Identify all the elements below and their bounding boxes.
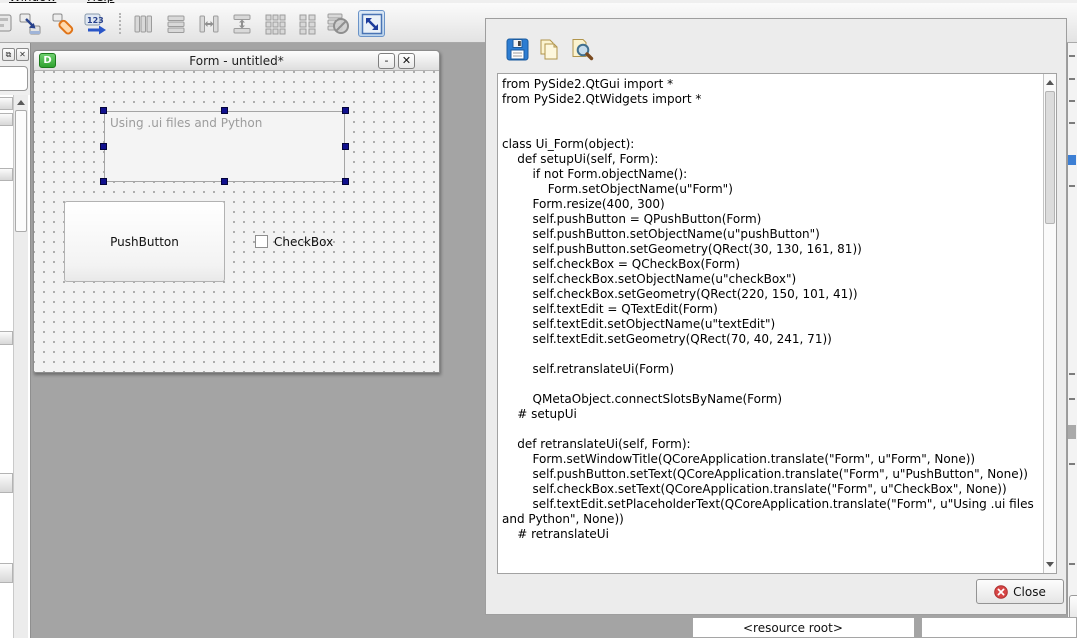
close-red-icon (994, 585, 1008, 599)
selection-handle-top-left[interactable] (100, 107, 107, 114)
scroll-up-icon[interactable] (17, 100, 25, 105)
scroll-edge (1068, 425, 1076, 439)
form-titlebar[interactable]: D Form - untitled* - ✕ (34, 51, 439, 71)
edit-signals-slots-icon[interactable] (16, 10, 43, 37)
layout-form-icon[interactable] (294, 10, 321, 37)
widget-category-item[interactable] (0, 331, 13, 345)
widget-box-list[interactable] (0, 95, 30, 638)
pushbutton-widget[interactable]: PushButton (64, 201, 225, 282)
row-tick (1069, 463, 1075, 465)
code-scrollbar[interactable] (1043, 74, 1056, 573)
scrollbar-thumb[interactable] (15, 110, 27, 232)
selection-handle-top-center[interactable] (221, 107, 228, 114)
property-editor-edge (1067, 43, 1077, 638)
selection-handle-mid-left[interactable] (100, 143, 107, 150)
resource-root-item[interactable]: <resource root> (743, 621, 843, 635)
break-layout-icon[interactable] (324, 10, 351, 37)
widget-category-item[interactable] (0, 563, 13, 583)
selection-handle-bottom-left[interactable] (100, 178, 107, 185)
dock-float-icon[interactable]: ⧉ (2, 48, 15, 61)
checkbox-box[interactable] (255, 235, 268, 248)
widget-filter-input[interactable] (0, 66, 28, 91)
widget-box-scrollbar[interactable] (13, 95, 28, 638)
toolbar-separator (119, 13, 121, 34)
row-tick (1069, 185, 1075, 187)
code-text[interactable]: from PySide2.QtGui import * from PySide2… (502, 77, 1042, 542)
adjust-size-icon[interactable] (358, 10, 385, 37)
row-tick (1069, 78, 1075, 80)
close-button[interactable]: ✕ (398, 53, 415, 69)
code-preview-dialog: from PySide2.QtGui import * from PySide2… (485, 18, 1067, 615)
scroll-up-icon[interactable] (1046, 80, 1054, 85)
qt-designer-screen: Window Help 123 (0, 0, 1077, 638)
layout-horizontal-icon[interactable] (129, 10, 156, 37)
form-window: D Form - untitled* - ✕ Using .ui files a… (33, 50, 440, 373)
copy-icon[interactable] (537, 37, 563, 63)
scroll-down-icon[interactable] (1046, 562, 1054, 567)
textedit-placeholder: Using .ui files and Python (110, 116, 262, 130)
widget-category-item[interactable] (0, 168, 13, 181)
svg-text:123: 123 (87, 16, 104, 25)
layout-vertical-icon[interactable] (162, 10, 189, 37)
close-button-label: Close (1013, 585, 1046, 599)
edit-widgets-icon[interactable] (0, 10, 15, 37)
minimize-button[interactable]: - (378, 53, 395, 69)
save-icon[interactable] (505, 37, 531, 63)
edit-buddies-icon[interactable] (49, 10, 76, 37)
textedit-widget[interactable]: Using .ui files and Python (104, 111, 345, 182)
checkbox-label: CheckBox (274, 235, 333, 249)
selection-handle-bottom-center[interactable] (221, 178, 228, 185)
row-tick (1069, 373, 1075, 375)
layout-horizontal-splitter-icon[interactable] (195, 10, 222, 37)
find-icon[interactable] (569, 37, 595, 63)
row-tick (1069, 398, 1075, 400)
selected-row-edge (1068, 155, 1076, 165)
selection-handle-mid-right[interactable] (342, 143, 349, 150)
checkbox-widget[interactable]: CheckBox (254, 221, 355, 262)
row-tick (1069, 563, 1075, 565)
row-tick (1069, 122, 1075, 124)
widget-box-panel: ⧉ ✕ (0, 43, 31, 638)
layout-vertical-splitter-icon[interactable] (228, 10, 255, 37)
form-canvas[interactable]: Using .ui files and Python PushButton Ch… (34, 71, 439, 372)
row-tick (1069, 100, 1075, 102)
selection-handle-bottom-right[interactable] (342, 178, 349, 185)
resource-browser-panel[interactable]: <resource root> (692, 617, 915, 638)
edit-tab-order-icon[interactable]: 123 (82, 10, 109, 37)
scrollbar-thumb[interactable] (1045, 91, 1055, 224)
widget-category-item[interactable] (0, 97, 13, 110)
selection-handle-top-right[interactable] (342, 107, 349, 114)
code-view[interactable]: from PySide2.QtGui import * from PySide2… (497, 73, 1057, 574)
resource-browser-side-panel[interactable] (921, 617, 1077, 638)
widget-category-item[interactable] (0, 113, 13, 126)
widget-category-item[interactable] (0, 473, 13, 493)
layout-grid-icon[interactable] (261, 10, 288, 37)
dialog-close-button[interactable]: Close (976, 579, 1064, 604)
dock-close-icon[interactable]: ✕ (16, 48, 29, 61)
row-tick (1069, 55, 1075, 57)
